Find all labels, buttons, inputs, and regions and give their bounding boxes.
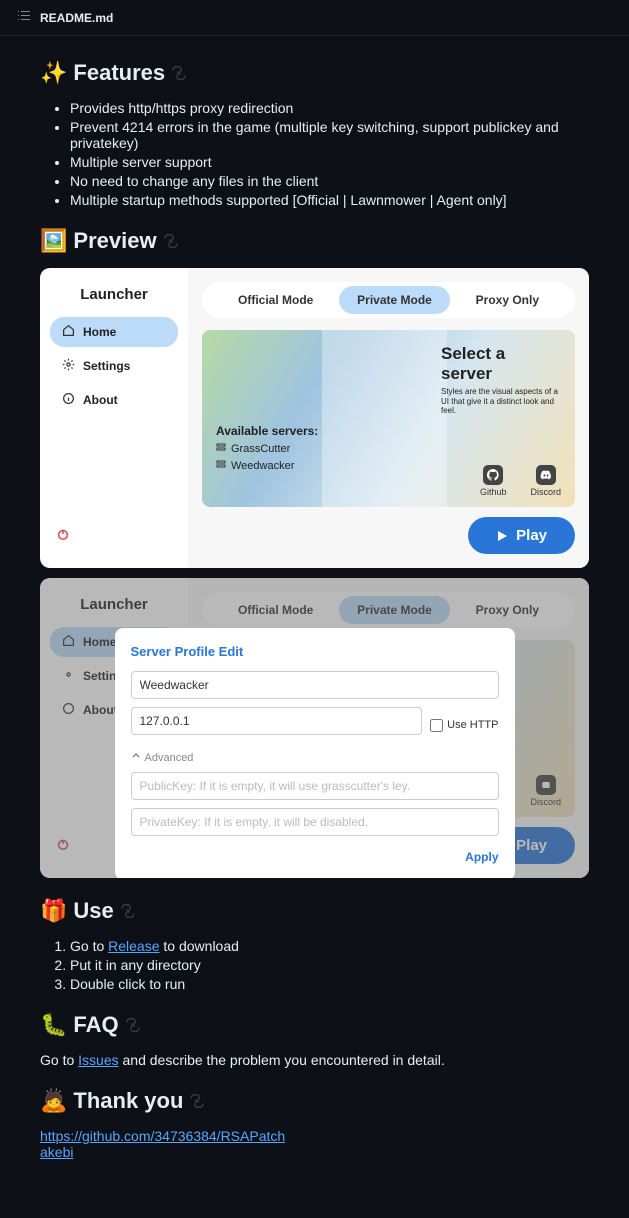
akebi-link[interactable]: akebi [40,1144,73,1160]
apply-button[interactable]: Apply [131,850,499,864]
bow-icon: 🙇 [40,1088,67,1114]
privatekey-input[interactable] [131,808,499,836]
server-panel: Select a server Styles are the visual as… [202,330,575,507]
gift-icon: 🎁 [40,898,67,924]
list-item: Multiple server support [70,154,589,170]
use-steps-list: Go to Release to download Put it in any … [40,938,589,992]
sparkles-icon: ✨ [40,60,67,86]
tab-private[interactable]: Private Mode [339,286,450,314]
sidebar-item-home[interactable]: Home [50,317,178,347]
features-list: Provides http/https proxy redirection Pr… [40,100,589,208]
issues-link[interactable]: Issues [78,1052,118,1068]
file-header: README.md [0,0,629,36]
launcher-title: Launcher [50,286,178,303]
list-item: Multiple startup methods supported [Offi… [70,192,589,208]
power-icon[interactable] [50,527,178,550]
picture-icon: 🖼️ [40,228,67,254]
link-icon[interactable] [189,1093,205,1109]
mode-tabs: Official Mode Private Mode Proxy Only [202,282,575,318]
use-heading: 🎁 Use [40,898,589,924]
server-icon [216,459,226,472]
tab-proxy[interactable]: Proxy Only [458,286,557,314]
bug-icon: 🐛 [40,1012,67,1038]
faq-heading: 🐛 FAQ [40,1012,589,1038]
play-button[interactable]: Play [468,517,575,554]
faq-text: Go to Issues and describe the problem yo… [40,1052,589,1068]
github-link[interactable]: Github [480,465,507,497]
available-servers-label: Available servers: [216,424,561,438]
use-http-box[interactable] [430,719,443,732]
list-item: Provides http/https proxy redirection [70,100,589,116]
launcher-preview-1: Launcher Home Settings About [40,268,589,568]
file-name: README.md [40,11,113,25]
link-icon[interactable] [171,65,187,81]
link-icon[interactable] [125,1017,141,1033]
modal-title: Server Profile Edit [131,644,499,659]
gear-icon [62,358,75,374]
list-item: Prevent 4214 errors in the game (multipl… [70,119,589,151]
list-item: Go to Release to download [70,938,589,954]
list-item: Double click to run [70,976,589,992]
server-item-grasscutter[interactable]: GrassCutter [216,442,561,455]
release-link[interactable]: Release [108,938,159,954]
rsapatch-link[interactable]: https://github.com/34736384/RSAPatch [40,1128,285,1144]
list-item: Put it in any directory [70,957,589,973]
sidebar-item-about[interactable]: About [50,385,178,415]
server-ip-input[interactable] [131,707,423,735]
sidebar-item-settings[interactable]: Settings [50,351,178,381]
select-server-block: Select a server Styles are the visual as… [441,344,561,416]
server-profile-modal: Server Profile Edit Use HTTP Advanced Ap… [115,628,515,878]
info-icon [62,392,75,408]
publickey-input[interactable] [131,772,499,800]
tab-official[interactable]: Official Mode [220,286,331,314]
link-icon[interactable] [120,903,136,919]
advanced-toggle[interactable]: Advanced [131,751,499,764]
features-heading: ✨ Features [40,60,589,86]
server-icon [216,442,226,455]
main-panel: Official Mode Private Mode Proxy Only Se… [188,268,589,568]
use-http-checkbox[interactable]: Use HTTP [430,719,498,732]
list-icon [16,8,32,27]
chevron-up-icon [131,751,141,764]
list-item: No need to change any files in the clien… [70,173,589,189]
discord-link[interactable]: Discord [530,465,561,497]
preview-heading: 🖼️ Preview [40,228,589,254]
link-icon[interactable] [163,233,179,249]
thanks-heading: 🙇 Thank you [40,1088,589,1114]
sidebar: Launcher Home Settings About [40,268,188,568]
server-name-input[interactable] [131,671,499,699]
launcher-preview-2: Launcher Home Settings About [40,578,589,878]
home-icon [62,324,75,340]
social-links: Github Discord [480,465,561,497]
thanks-links: https://github.com/34736384/RSAPatch ake… [40,1128,589,1160]
